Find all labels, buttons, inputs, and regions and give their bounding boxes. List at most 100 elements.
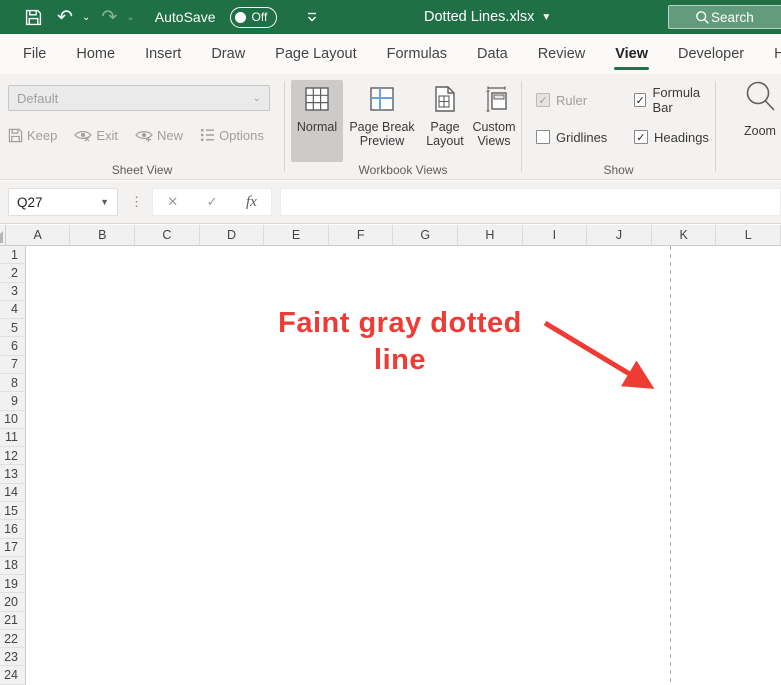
formula-bar: Q27 ▼ ⋮ ✕ ✓ fx	[0, 181, 781, 224]
checkbox-icon[interactable]	[634, 130, 648, 144]
page-break-dotted-line	[670, 246, 671, 685]
row-header[interactable]: 23	[0, 648, 25, 667]
column-header[interactable]: G	[393, 225, 459, 245]
column-header[interactable]: E	[264, 225, 329, 245]
row-headers: 1 2 3 4 5 6 7 8 9 10 11 12 13 14 15 16 1…	[0, 246, 26, 685]
show-checkbox[interactable]: Ruler	[536, 93, 628, 108]
column-header[interactable]: F	[329, 225, 394, 245]
custom-views-button[interactable]: Custom Views	[469, 80, 519, 162]
eye-plus-icon	[135, 130, 153, 142]
ribbon-tab[interactable]: Insert	[130, 34, 196, 74]
formula-bar-drag-handle[interactable]: ⋮	[130, 188, 143, 216]
ribbon-tab[interactable]: Home	[61, 34, 130, 74]
zoom-button[interactable]: Zoom	[730, 80, 781, 138]
ribbon-tab[interactable]: Help	[759, 34, 781, 74]
row-header[interactable]: 13	[0, 465, 25, 484]
ribbon-tab[interactable]: Draw	[196, 34, 260, 74]
group-label-sheet-view: Sheet View	[111, 163, 173, 177]
name-box-dropdown-icon[interactable]: ▼	[100, 197, 109, 207]
column-header[interactable]: C	[135, 225, 200, 245]
document-title[interactable]: Dotted Lines.xlsx ▼	[424, 0, 551, 34]
undo-button[interactable]: ↶	[52, 4, 78, 30]
row-header[interactable]: 18	[0, 557, 25, 576]
select-all-button[interactable]	[0, 225, 6, 245]
ribbon-tab[interactable]: File	[8, 34, 61, 74]
page-layout-button[interactable]: Page Layout	[421, 80, 469, 162]
search-box[interactable]: Search	[668, 5, 781, 29]
row-header[interactable]: 4	[0, 301, 25, 320]
row-header[interactable]: 11	[0, 429, 25, 448]
column-header[interactable]: I	[523, 225, 588, 245]
row-header[interactable]: 17	[0, 539, 25, 557]
eye-exit-icon	[74, 130, 93, 141]
cancel-button: ✕	[167, 194, 179, 209]
ribbon-tab[interactable]: Developer	[663, 34, 759, 74]
new-sheet-view-button: New	[135, 128, 183, 143]
column-header[interactable]: A	[6, 225, 71, 245]
autosave-state: Off	[251, 10, 268, 24]
quick-access-toolbar-dropdown-icon[interactable]	[299, 4, 325, 30]
row-header[interactable]: 15	[0, 502, 25, 521]
checkbox-icon[interactable]	[634, 93, 647, 107]
row-header[interactable]: 5	[0, 319, 25, 338]
show-checkbox[interactable]: Headings	[634, 130, 715, 145]
title-dropdown-icon: ▼	[541, 11, 552, 23]
row-header[interactable]: 16	[0, 520, 25, 539]
column-header[interactable]: D	[200, 225, 265, 245]
exit-button: Exit	[74, 128, 118, 143]
ribbon-tab[interactable]: Page Layout	[260, 34, 371, 74]
row-header[interactable]: 20	[0, 593, 25, 612]
row-header[interactable]: 19	[0, 575, 25, 594]
row-header[interactable]: 14	[0, 484, 25, 502]
column-header[interactable]: H	[458, 225, 523, 245]
redo-dropdown-icon: ⌄	[126, 11, 135, 23]
insert-function-button[interactable]: fx	[246, 194, 257, 211]
group-sheet-view: Default ⌄ Keep Exit New Options Sheet Vi…	[0, 74, 284, 180]
row-header[interactable]: 12	[0, 447, 25, 466]
row-header[interactable]: 22	[0, 630, 25, 649]
group-label-workbook-views: Workbook Views	[358, 163, 448, 177]
row-header[interactable]: 21	[0, 612, 25, 630]
row-header[interactable]: 8	[0, 374, 25, 393]
ribbon: Default ⌄ Keep Exit New Options Sheet Vi…	[0, 74, 781, 180]
undo-dropdown-icon[interactable]: ⌄	[82, 12, 90, 23]
normal-view-button[interactable]: Normal	[291, 80, 343, 162]
page-break-preview-button[interactable]: Page Break Preview	[344, 80, 420, 162]
row-header[interactable]: 1	[0, 246, 25, 265]
row-header[interactable]: 6	[0, 337, 25, 356]
save-icon[interactable]	[20, 4, 46, 30]
row-header[interactable]: 3	[0, 283, 25, 301]
ribbon-tab[interactable]: Review	[523, 34, 601, 74]
ribbon-tab[interactable]: Data	[462, 34, 523, 74]
keep-save-icon	[8, 128, 23, 142]
checkbox-icon[interactable]	[536, 93, 550, 107]
page-break-preview-icon	[367, 84, 397, 114]
title-bar: ↶ ⌄ ↷ ⌄ AutoSave Off Dotted Lines.xlsx ▼…	[0, 0, 781, 34]
column-header[interactable]: B	[70, 225, 136, 245]
row-header[interactable]: 2	[0, 264, 25, 283]
chevron-down-icon: ⌄	[252, 92, 261, 104]
ribbon-tab[interactable]: Formulas	[372, 34, 462, 74]
group-show: Ruler Formula Bar Gridlines Head	[522, 74, 715, 180]
column-header[interactable]: L	[716, 225, 781, 245]
list-options-icon	[201, 129, 215, 141]
row-header[interactable]: 9	[0, 392, 25, 411]
ribbon-tab[interactable]: View	[600, 34, 663, 74]
name-box[interactable]: Q27 ▼	[8, 188, 118, 216]
checkbox-icon[interactable]	[536, 130, 550, 144]
normal-grid-icon	[302, 84, 332, 114]
autosave-toggle[interactable]: Off	[229, 6, 278, 28]
formula-input[interactable]	[280, 188, 781, 216]
column-header[interactable]: J	[587, 225, 652, 245]
column-header[interactable]: K	[652, 225, 717, 245]
zoom-magnifier-icon	[746, 81, 775, 111]
row-header[interactable]: 10	[0, 411, 25, 429]
show-checkbox[interactable]: Formula Bar	[634, 85, 715, 115]
row-header[interactable]: 24	[0, 666, 25, 685]
ribbon-tab-bar: File Home Insert Draw Page Layout Formul…	[0, 34, 781, 74]
keep-button: Keep	[8, 128, 57, 143]
show-checkbox[interactable]: Gridlines	[536, 130, 628, 145]
row-header[interactable]: 7	[0, 356, 25, 374]
group-workbook-views: Normal Page Break Preview Page Layout Cu…	[285, 74, 521, 180]
annotation-text: Faint gray dotted line	[278, 307, 522, 376]
